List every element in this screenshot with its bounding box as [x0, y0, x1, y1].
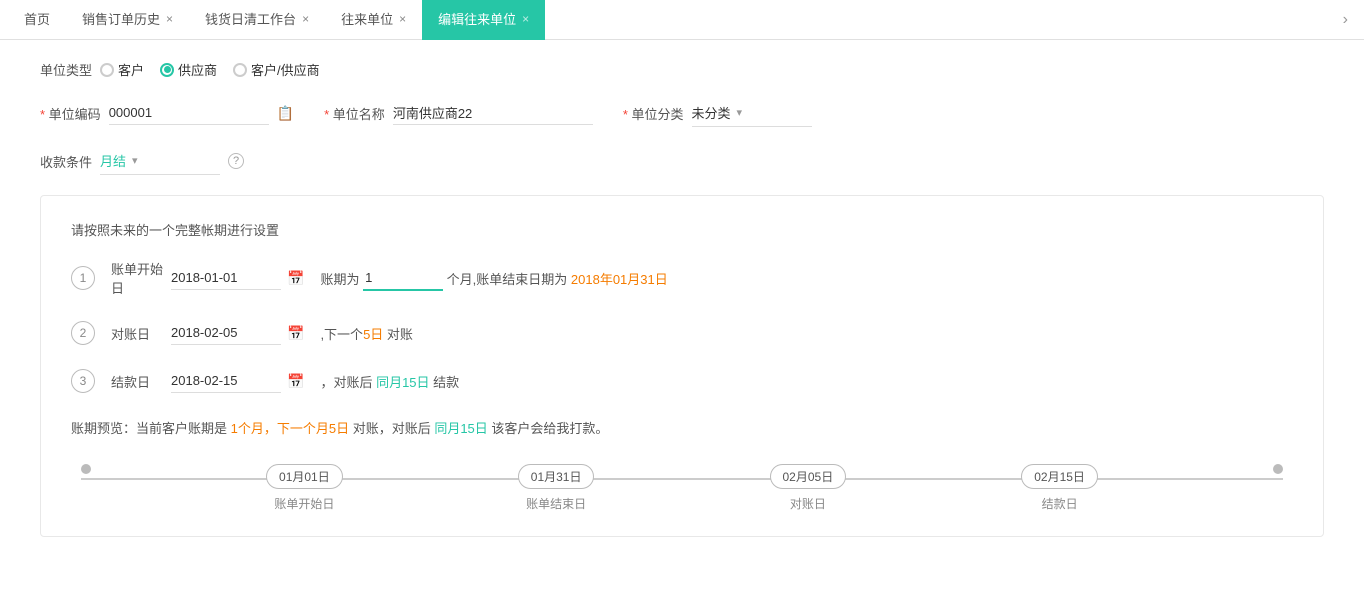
timeline-pill-4: 02月15日 — [1021, 464, 1098, 489]
main-content: 单位类型 客户 供应商 客户/供应商 单位编码 📋 — [0, 40, 1364, 608]
radio-supplier[interactable]: 供应商 — [160, 60, 217, 79]
timeline-label-1: 账单开始日 — [274, 495, 334, 512]
tab-edit-partner[interactable]: 编辑往来单位 × — [422, 0, 545, 40]
timeline-pill-2: 01月31日 — [518, 464, 595, 489]
tab-home[interactable]: 首页 — [8, 0, 66, 40]
unit-code-icon[interactable]: 📋 — [277, 105, 294, 122]
unit-code-input[interactable] — [109, 101, 269, 125]
preview-reconcile: 下一个月5日 — [277, 421, 349, 436]
tab-partners-label: 往来单位 — [341, 9, 393, 28]
unit-category-label: 单位分类 — [623, 104, 684, 123]
period-row-3: 3 结款日 📅 ，对账后 同月15日 结款 — [71, 369, 1293, 393]
period-reconcile-cal-icon[interactable]: 📅 — [287, 325, 304, 342]
tab-home-label: 首页 — [24, 9, 50, 28]
timeline-start-dot — [81, 464, 91, 474]
tab-more-button[interactable]: › — [1335, 11, 1356, 29]
timeline-label-3: 对账日 — [790, 495, 826, 512]
timeline-pill-1: 01月01日 — [266, 464, 343, 489]
period-field-label-1: 账单开始日 — [111, 259, 171, 297]
unit-type-radio-group: 客户 供应商 客户/供应商 — [100, 60, 320, 79]
unit-code-label: 单位编码 — [40, 104, 101, 123]
tab-edit-partner-label: 编辑往来单位 — [438, 9, 516, 28]
radio-customer[interactable]: 客户 — [100, 60, 144, 79]
unit-category-select[interactable]: 未分类 ▾ — [692, 99, 812, 127]
tab-cashflow-close[interactable]: × — [302, 12, 309, 26]
period-num-3: 3 — [71, 369, 95, 393]
period-num-2: 2 — [71, 321, 95, 345]
payment-terms-row: 收款条件 月结 ▾ ? — [40, 147, 1324, 175]
period-box-title: 请按照未来的一个完整帐期进行设置 — [71, 220, 1293, 239]
period-row-1: 1 账单开始日 📅 账期为 个月,账单结束日期为 2018年01月31日 — [71, 259, 1293, 297]
period-payment-cal-icon[interactable]: 📅 — [287, 373, 304, 390]
radio-both[interactable]: 客户/供应商 — [233, 60, 320, 79]
period-row-2: 2 对账日 📅 ,下一个5日 对账 — [71, 321, 1293, 345]
period-desc-3: ，对账后 同月15日 结款 — [320, 372, 459, 391]
period-reconcile-day-highlight: 5日 — [363, 327, 383, 342]
timeline-end — [1273, 464, 1283, 474]
radio-supplier-label: 供应商 — [178, 60, 217, 79]
unit-category-item: 单位分类 未分类 ▾ — [623, 99, 812, 127]
radio-both-circle — [233, 63, 247, 77]
unit-name-label: 单位名称 — [324, 104, 385, 123]
unit-info-row: 单位编码 📋 单位名称 单位分类 未分类 ▾ — [40, 99, 1324, 127]
tab-sales-history[interactable]: 销售订单历史 × — [66, 0, 189, 40]
tab-sales-history-close[interactable]: × — [166, 12, 173, 26]
timeline-start — [81, 464, 91, 474]
payment-terms-help-icon[interactable]: ? — [228, 153, 244, 169]
period-months-input[interactable] — [363, 266, 443, 291]
unit-category-arrow-icon: ▾ — [737, 106, 743, 119]
preview-text: 账期预览：当前客户账期是 1个月，下一个月5日 对账，对账后 同月15日 该客户… — [71, 417, 1293, 440]
period-field-label-2: 对账日 — [111, 324, 171, 343]
radio-customer-label: 客户 — [118, 60, 144, 79]
period-payment-date-input[interactable] — [171, 369, 281, 393]
timeline-end-dot — [1273, 464, 1283, 474]
tabs-bar: 首页 销售订单历史 × 钱货日清工作台 × 往来单位 × 编辑往来单位 × › — [0, 0, 1364, 40]
period-box: 请按照未来的一个完整帐期进行设置 1 账单开始日 📅 账期为 个月,账单结束日期… — [40, 195, 1324, 537]
radio-customer-circle — [100, 63, 114, 77]
unit-name-input[interactable] — [393, 101, 593, 125]
period-start-date-input[interactable] — [171, 266, 281, 290]
tab-partners[interactable]: 往来单位 × — [325, 0, 422, 40]
period-start-cal-icon[interactable]: 📅 — [287, 270, 304, 287]
timeline-label-4: 结款日 — [1042, 495, 1078, 512]
timeline-label-2: 账单结束日 — [526, 495, 586, 512]
period-desc-2: ,下一个5日 对账 — [320, 324, 412, 343]
unit-type-item: 单位类型 客户 供应商 客户/供应商 — [40, 60, 320, 79]
timeline-pill-3: 02月05日 — [770, 464, 847, 489]
tab-edit-partner-close[interactable]: × — [522, 12, 529, 26]
unit-name-item: 单位名称 — [324, 101, 593, 125]
tab-partners-close[interactable]: × — [399, 12, 406, 26]
unit-type-label: 单位类型 — [40, 60, 92, 79]
period-payment-day-highlight: 同月15日 — [376, 375, 429, 390]
timeline: 01月01日 账单开始日 01月31日 账单结束日 02月05日 对账日 02月… — [71, 464, 1293, 512]
timeline-node-4: 02月15日 结款日 — [1021, 464, 1098, 512]
period-desc-1: 账期为 — [320, 269, 363, 288]
radio-both-label: 客户/供应商 — [251, 60, 320, 79]
period-num-1: 1 — [71, 266, 95, 290]
timeline-line — [81, 478, 1283, 480]
unit-type-row: 单位类型 客户 供应商 客户/供应商 — [40, 60, 1324, 79]
tab-cashflow[interactable]: 钱货日清工作台 × — [189, 0, 325, 40]
timeline-node-3: 02月05日 对账日 — [770, 464, 847, 512]
preview-payment: 同月15日 — [434, 421, 487, 436]
period-field-label-3: 结款日 — [111, 372, 171, 391]
timeline-node-2: 01月31日 账单结束日 — [518, 464, 595, 512]
period-reconcile-date-input[interactable] — [171, 321, 281, 345]
payment-terms-value: 月结 — [100, 151, 126, 170]
payment-terms-label: 收款条件 — [40, 152, 92, 171]
payment-terms-item: 收款条件 月结 ▾ ? — [40, 147, 244, 175]
radio-supplier-circle — [160, 63, 174, 77]
payment-terms-arrow-icon: ▾ — [132, 154, 138, 167]
preview-months: 1个月， — [231, 421, 277, 436]
tab-sales-history-label: 销售订单历史 — [82, 9, 160, 28]
timeline-node-1: 01月01日 账单开始日 — [266, 464, 343, 512]
unit-category-value: 未分类 — [692, 103, 731, 122]
unit-code-item: 单位编码 📋 — [40, 101, 294, 125]
payment-terms-select[interactable]: 月结 ▾ — [100, 147, 220, 175]
period-end-date-highlight: 2018年01月31日 — [571, 272, 668, 287]
tab-cashflow-label: 钱货日清工作台 — [205, 9, 296, 28]
period-desc-1b: 个月,账单结束日期为 2018年01月31日 — [443, 269, 668, 288]
